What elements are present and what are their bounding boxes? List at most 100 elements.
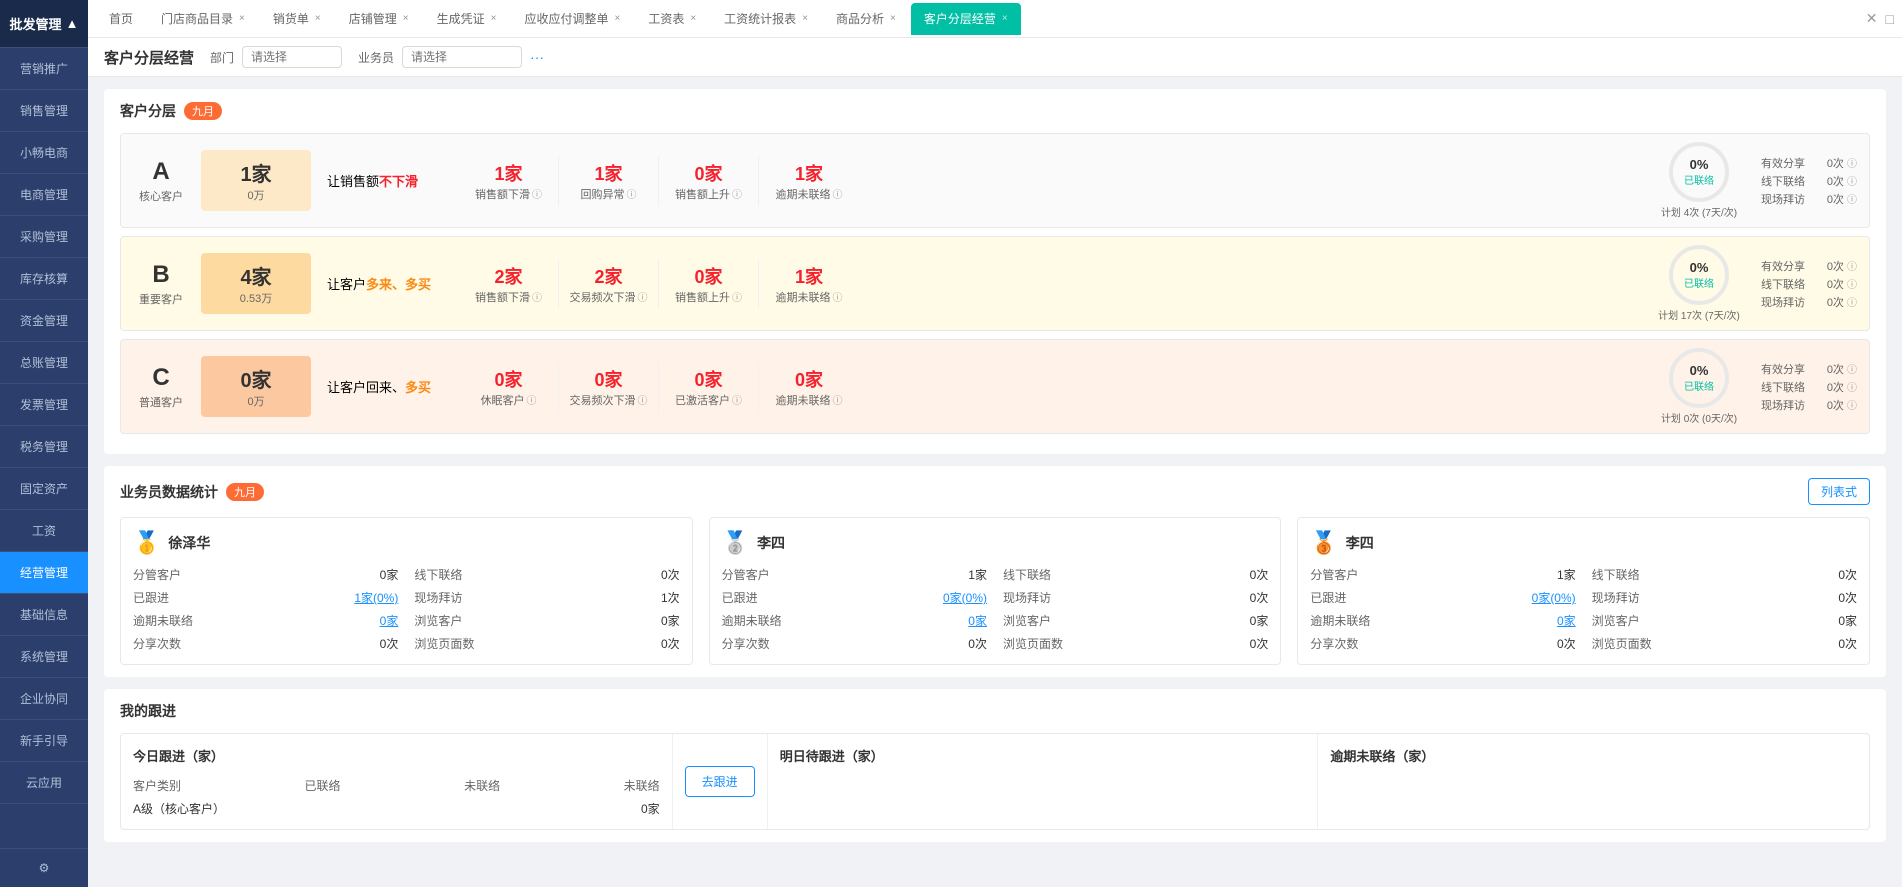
tab-close-icon[interactable]: × [614,13,620,24]
info-icon[interactable]: ⓘ [638,289,648,304]
tab-商品分析[interactable]: 商品分析× [823,3,909,35]
tab-工资表[interactable]: 工资表× [635,3,709,35]
info-icon-right[interactable]: ⓘ [1847,365,1857,376]
sidebar-header[interactable]: 批发管理 ▲ [0,0,88,48]
sidebar-item-销售管理[interactable]: 销售管理 [0,90,88,132]
info-icon[interactable]: ⓘ [732,289,742,304]
info-icon-right[interactable]: ⓘ [1847,195,1857,206]
tab-close-icon[interactable]: × [491,13,497,24]
staff-select[interactable] [402,46,522,68]
sidebar-settings[interactable]: ⚙ [0,848,88,887]
dept-select[interactable] [242,46,342,68]
staff-stat-value: 0次 [1250,635,1269,652]
sidebar-item-经营管理[interactable]: 经营管理 [0,552,88,594]
staff-stat-value: 1次 [661,589,680,606]
staff-stat-row: 现场拜访 1次 [414,589,679,606]
staff-stat-value[interactable]: 0家 [380,612,399,629]
tab-销货单[interactable]: 销货单× [260,3,334,35]
sidebar-item-税务管理[interactable]: 税务管理 [0,426,88,468]
tier-count-number: 0家 [240,364,271,393]
staff-stat-value[interactable]: 0家 [1557,612,1576,629]
sidebar-item-小畅电商[interactable]: 小畅电商 [0,132,88,174]
sidebar-item-企业协同[interactable]: 企业协同 [0,678,88,720]
tab-close-icon[interactable]: × [690,13,696,24]
tier-slogan-text: 让客户 [327,277,366,292]
sidebar-item-电商管理[interactable]: 电商管理 [0,174,88,216]
info-icon-right[interactable]: ⓘ [1847,383,1857,394]
info-icon[interactable]: ⓘ [532,289,542,304]
sidebar-collapse-icon[interactable]: ▲ [66,16,79,31]
circle-label: 已联络 [1684,172,1714,187]
info-icon[interactable]: ⓘ [732,392,742,407]
tab-店铺管理[interactable]: 店铺管理× [336,3,422,35]
info-icon[interactable]: ⓘ [638,392,648,407]
tab-门店商品目录[interactable]: 门店商品目录× [148,3,258,35]
tab-close-icon[interactable]: × [802,13,808,24]
tab-首页[interactable]: 首页 [96,3,146,35]
more-options-icon[interactable]: ··· [530,49,544,65]
tab-工资统计报表[interactable]: 工资统计报表× [711,3,821,35]
close-window-icon[interactable]: ✕ [1866,10,1878,27]
circle-pct: 0% [1690,363,1709,378]
info-icon-right[interactable]: ⓘ [1847,262,1857,273]
info-icon[interactable]: ⓘ [833,392,843,407]
info-icon[interactable]: ⓘ [627,186,637,201]
tab-客户分层经营[interactable]: 客户分层经营× [911,3,1021,35]
info-icon-right[interactable]: ⓘ [1847,298,1857,309]
sidebar-item-固定资产[interactable]: 固定资产 [0,468,88,510]
tomorrow-followup-col: 明日待跟进（家） [768,734,1319,829]
staff-medal-icon: 🥇 [133,530,160,556]
a-tier-value: 0家 [641,800,660,817]
sidebar-item-云应用[interactable]: 云应用 [0,762,88,804]
info-icon-right[interactable]: ⓘ [1847,177,1857,188]
list-view-button[interactable]: 列表式 [1808,478,1870,505]
tier-stat-number: 0家 [594,366,622,392]
sidebar-item-总账管理[interactable]: 总账管理 [0,342,88,384]
circle-label: 已联络 [1684,378,1714,393]
sidebar-item-基础信息[interactable]: 基础信息 [0,594,88,636]
staff-stat-value[interactable]: 0家(0%) [943,589,987,606]
info-icon[interactable]: ⓘ [732,186,742,201]
tier-right-stats: 有效分享 0次 ⓘ 线下联络 0次 ⓘ 现场拜访 0次 ⓘ [1749,151,1869,211]
tab-close-icon[interactable]: × [239,13,245,24]
restore-window-icon[interactable]: □ [1886,11,1894,27]
circle-progress: 0% 已联络 [1669,142,1729,202]
info-icon-right[interactable]: ⓘ [1847,401,1857,412]
sidebar-item-发票管理[interactable]: 发票管理 [0,384,88,426]
staff-stat-value: 0次 [1838,589,1857,606]
go-followup-button[interactable]: 去跟进 [685,766,755,797]
sidebar-item-系统管理[interactable]: 系统管理 [0,636,88,678]
info-icon[interactable]: ⓘ [833,289,843,304]
tier-row-B: B 重要客户 4家 0.53万 让客户多来、多买 2家 销售额下滑 ⓘ 2家 交… [120,236,1870,331]
tier-right-stat-value: 0次 ⓘ [1827,397,1857,413]
info-icon-right[interactable]: ⓘ [1847,159,1857,170]
followup-section: 我的跟进 今日跟进（家） 客户类别 已联络 未联络 未联络 A级（核心客户） [104,689,1886,842]
info-icon[interactable]: ⓘ [527,392,537,407]
info-icon[interactable]: ⓘ [532,186,542,201]
sidebar-item-营销推广[interactable]: 营销推广 [0,48,88,90]
tab-close-icon[interactable]: × [1002,13,1008,24]
sidebar-item-库存核算[interactable]: 库存核算 [0,258,88,300]
staff-stat-value[interactable]: 1家(0%) [354,589,398,606]
info-icon-right[interactable]: ⓘ [1847,280,1857,291]
sidebar-item-采购管理[interactable]: 采购管理 [0,216,88,258]
staff-stat-value: 0次 [1838,566,1857,583]
tier-stat-item: 1家 销售额下滑 ⓘ [459,156,559,206]
sidebar-item-工资[interactable]: 工资 [0,510,88,552]
staff-stat-label: 逾期未联络 [133,612,193,629]
staff-stat-value: 0次 [1250,589,1269,606]
sidebar-item-资金管理[interactable]: 资金管理 [0,300,88,342]
today-followup-col: 今日跟进（家） 客户类别 已联络 未联络 未联络 A级（核心客户） 0家 [121,734,672,829]
staff-stat-value[interactable]: 0家(0%) [1532,589,1576,606]
tab-bar: 首页门店商品目录×销货单×店铺管理×生成凭证×应收应付调整单×工资表×工资统计报… [88,0,1902,38]
tab-close-icon[interactable]: × [403,13,409,24]
info-icon[interactable]: ⓘ [833,186,843,201]
staff-stat-value[interactable]: 0家 [968,612,987,629]
tab-生成凭证[interactable]: 生成凭证× [424,3,510,35]
tab-close-icon[interactable]: × [890,13,896,24]
tab-close-icon[interactable]: × [315,13,321,24]
tier-slogan-highlight: 多来、多买 [366,277,431,292]
sidebar-item-新手引导[interactable]: 新手引导 [0,720,88,762]
tier-slogan: 让销售额不下滑 [311,171,451,190]
tab-应收应付调整单[interactable]: 应收应付调整单× [511,3,633,35]
